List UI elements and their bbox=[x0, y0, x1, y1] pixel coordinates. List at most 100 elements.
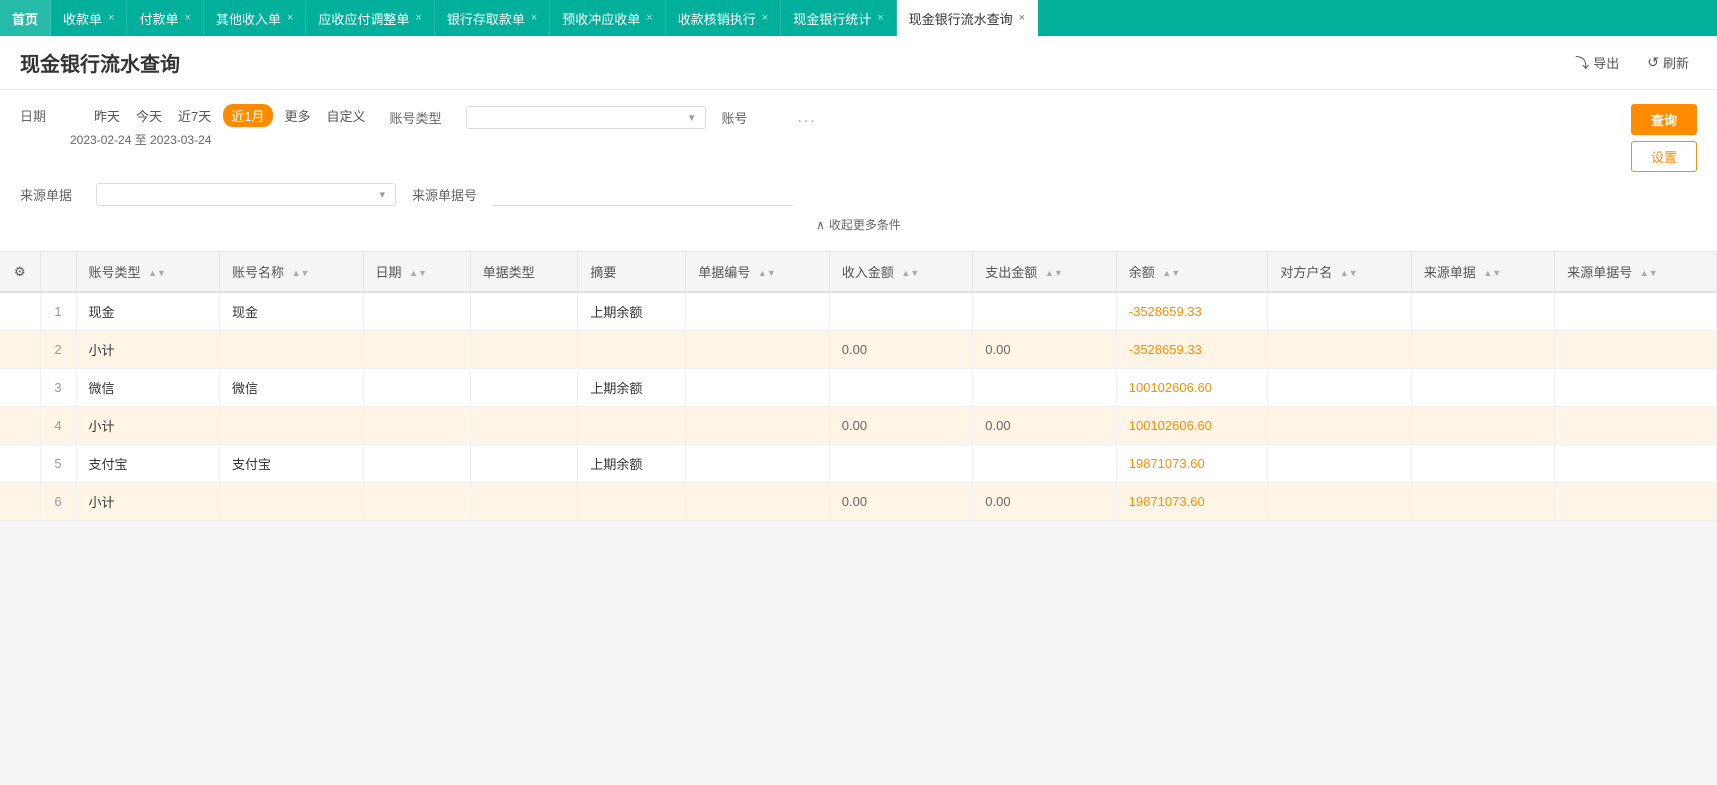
col-balance[interactable]: 余额 ▲▼ bbox=[1116, 252, 1267, 292]
row-account-type: 现金 bbox=[76, 292, 220, 331]
export-button[interactable]: ⤵ 导出 bbox=[1567, 49, 1627, 77]
refresh-icon: ↺ bbox=[1647, 54, 1659, 71]
nav-cash-bank-flow[interactable]: 现金银行流水查询 × bbox=[897, 0, 1038, 36]
row-account-name bbox=[220, 331, 364, 369]
sort-account-name: ▲▼ bbox=[292, 269, 310, 278]
row-expense bbox=[973, 445, 1117, 483]
row-source-doc-no bbox=[1555, 407, 1717, 445]
row-gear-cell bbox=[0, 292, 40, 331]
col-doc-type-label: 单据类型 bbox=[483, 265, 535, 280]
row-account-name: 微信 bbox=[220, 369, 364, 407]
row-income bbox=[829, 369, 973, 407]
row-gear-cell bbox=[0, 369, 40, 407]
nav-home-label: 首页 bbox=[12, 9, 38, 28]
date-custom[interactable]: 自定义 bbox=[323, 104, 370, 127]
nav-cash-flow-close[interactable]: × bbox=[1019, 12, 1025, 24]
sort-source-doc-no: ▲▼ bbox=[1640, 269, 1658, 278]
settings-button[interactable]: 设置 bbox=[1631, 141, 1697, 172]
collapse-bar[interactable]: ∧ 收起更多条件 bbox=[20, 212, 1697, 237]
nav-other-income-close[interactable]: × bbox=[287, 12, 293, 24]
col-source-doc-no-label: 来源单据号 bbox=[1567, 265, 1632, 280]
sort-source-doc: ▲▼ bbox=[1483, 269, 1501, 278]
row-source-doc-no bbox=[1555, 483, 1717, 521]
date-more[interactable]: 更多 bbox=[281, 104, 315, 127]
source-doc-no-input[interactable] bbox=[493, 182, 793, 206]
col-row-num bbox=[40, 252, 76, 292]
row-income bbox=[829, 292, 973, 331]
col-doc-no[interactable]: 单据编号 ▲▼ bbox=[686, 252, 830, 292]
row-account-name: 支付宝 bbox=[220, 445, 364, 483]
col-account-name-label: 账号名称 bbox=[232, 265, 284, 280]
row-account-type: 微信 bbox=[76, 369, 220, 407]
row-doc-type bbox=[470, 292, 578, 331]
nav-cash-stat-label: 现金银行统计 bbox=[793, 9, 871, 28]
col-gear[interactable]: ⚙ bbox=[0, 252, 40, 292]
col-summary-label: 摘要 bbox=[590, 265, 616, 280]
date-today[interactable]: 今天 bbox=[132, 104, 166, 127]
account-type-label: 账号类型 bbox=[390, 108, 450, 127]
nav-receipt[interactable]: 收款单 × bbox=[51, 0, 127, 36]
account-type-select[interactable]: ▾ bbox=[466, 106, 706, 129]
nav-receipt-label: 收款单 bbox=[63, 9, 102, 28]
nav-home[interactable]: 首页 bbox=[0, 0, 51, 36]
source-doc-chevron: ▾ bbox=[379, 188, 385, 201]
nav-prepaid-close[interactable]: × bbox=[646, 12, 652, 24]
sort-expense: ▲▼ bbox=[1045, 269, 1063, 278]
nav-other-income[interactable]: 其他收入单 × bbox=[204, 0, 306, 36]
nav-receipt-verify-close[interactable]: × bbox=[762, 12, 768, 24]
nav-receipt-close[interactable]: × bbox=[108, 12, 114, 24]
col-summary: 摘要 bbox=[578, 252, 686, 292]
nav-prepaid-offset[interactable]: 预收冲应收单 × bbox=[550, 0, 665, 36]
row-balance: 19871073.60 bbox=[1116, 445, 1267, 483]
nav-prepaid-label: 预收冲应收单 bbox=[562, 9, 640, 28]
col-income[interactable]: 收入金额 ▲▼ bbox=[829, 252, 973, 292]
sort-doc-no: ▲▼ bbox=[758, 269, 776, 278]
nav-cash-stat-close[interactable]: × bbox=[877, 12, 883, 24]
date-options: 昨天 今天 近7天 近1月 更多 自定义 bbox=[90, 104, 370, 127]
date-7days[interactable]: 近7天 bbox=[174, 104, 215, 127]
nav-ar-ap-close[interactable]: × bbox=[415, 12, 421, 24]
col-account-name[interactable]: 账号名称 ▲▼ bbox=[220, 252, 364, 292]
row-income bbox=[829, 445, 973, 483]
col-date[interactable]: 日期 ▲▼ bbox=[363, 252, 470, 292]
row-date bbox=[363, 483, 470, 521]
nav-bank-deposit-close[interactable]: × bbox=[531, 12, 537, 24]
col-counterpart[interactable]: 对方户名 ▲▼ bbox=[1268, 252, 1412, 292]
nav-payment-close[interactable]: × bbox=[184, 12, 190, 24]
col-account-type[interactable]: 账号类型 ▲▼ bbox=[76, 252, 220, 292]
nav-cash-bank-stat[interactable]: 现金银行统计 × bbox=[781, 0, 896, 36]
date-1month[interactable]: 近1月 bbox=[223, 104, 272, 127]
row-summary: 上期余额 bbox=[578, 445, 686, 483]
account-type-chevron: ▾ bbox=[689, 111, 695, 124]
query-button[interactable]: 查询 bbox=[1631, 104, 1697, 135]
nav-bank-deposit[interactable]: 银行存取款单 × bbox=[435, 0, 550, 36]
col-counterpart-label: 对方户名 bbox=[1280, 265, 1332, 280]
row-date bbox=[363, 331, 470, 369]
source-doc-select[interactable]: ▾ bbox=[96, 183, 396, 206]
page-title: 现金银行流水查询 bbox=[20, 48, 180, 77]
row-expense: 0.00 bbox=[973, 483, 1117, 521]
row-doc-no bbox=[686, 407, 830, 445]
account-dots-btn[interactable]: ... bbox=[798, 109, 817, 127]
row-account-name bbox=[220, 483, 364, 521]
nav-payment[interactable]: 付款单 × bbox=[127, 0, 203, 36]
row-num-cell: 2 bbox=[40, 331, 76, 369]
refresh-button[interactable]: ↺ 刷新 bbox=[1639, 49, 1697, 76]
sort-date: ▲▼ bbox=[409, 269, 427, 278]
row-doc-type bbox=[470, 445, 578, 483]
gear-icon: ⚙ bbox=[14, 264, 26, 279]
col-source-doc-no[interactable]: 来源单据号 ▲▼ bbox=[1555, 252, 1717, 292]
row-doc-no bbox=[686, 445, 830, 483]
date-yesterday[interactable]: 昨天 bbox=[90, 104, 124, 127]
page-header: 现金银行流水查询 ⤵ 导出 ↺ 刷新 bbox=[0, 36, 1717, 90]
nav-ar-ap-adjust[interactable]: 应收应付调整单 × bbox=[306, 0, 434, 36]
col-expense[interactable]: 支出金额 ▲▼ bbox=[973, 252, 1117, 292]
nav-receipt-verify[interactable]: 收款核销执行 × bbox=[666, 0, 781, 36]
row-income: 0.00 bbox=[829, 407, 973, 445]
row-doc-no bbox=[686, 483, 830, 521]
row-counterpart bbox=[1268, 369, 1412, 407]
row-doc-type bbox=[470, 369, 578, 407]
table-row: 3 微信 微信 上期余额 100102606.60 bbox=[0, 369, 1717, 407]
col-source-doc[interactable]: 来源单据 ▲▼ bbox=[1411, 252, 1555, 292]
row-date bbox=[363, 407, 470, 445]
